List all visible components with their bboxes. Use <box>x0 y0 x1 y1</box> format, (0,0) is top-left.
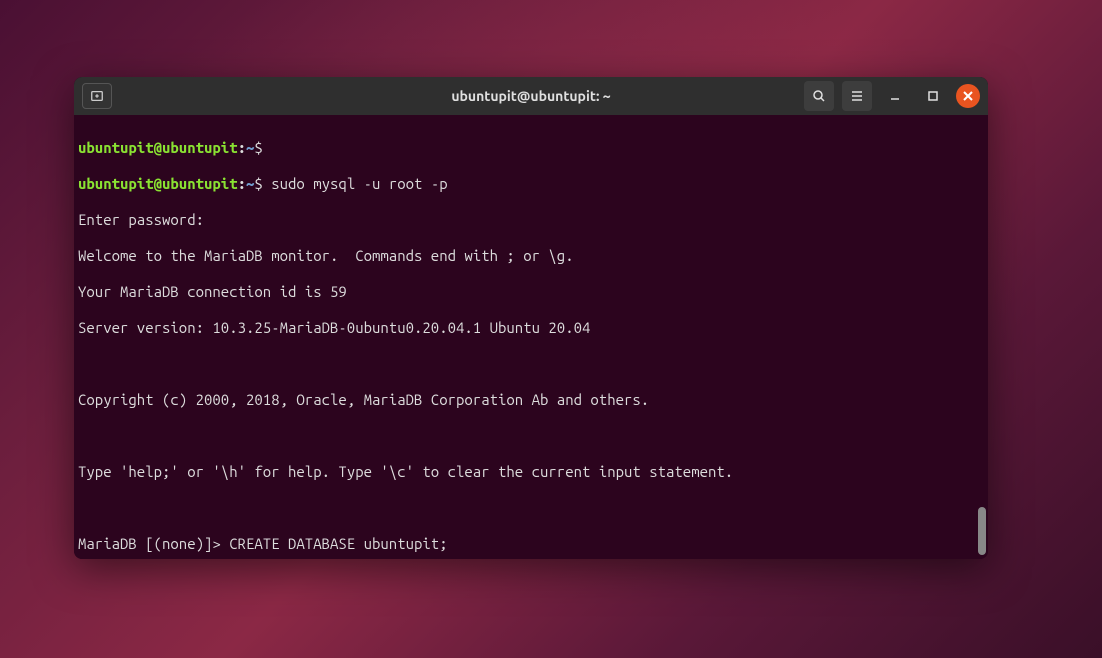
prompt-line: ubuntupit@ubuntupit:~$ sudo mysql -u roo… <box>78 175 984 193</box>
titlebar[interactable]: ubuntupit@ubuntupit: ~ <box>74 77 988 115</box>
close-button[interactable] <box>956 84 980 108</box>
mariadb-prompt: MariaDB [(none)]> <box>78 535 229 552</box>
output-line: Type 'help;' or '\h' for help. Type '\c'… <box>78 463 984 481</box>
search-icon <box>811 88 827 104</box>
prompt-user: ubuntupit@ubuntupit <box>78 139 238 156</box>
terminal-body[interactable]: ubuntupit@ubuntupit:~$ ubuntupit@ubuntup… <box>74 115 988 559</box>
output-line: Enter password: <box>78 211 984 229</box>
output-line: Welcome to the MariaDB monitor. Commands… <box>78 247 984 265</box>
new-tab-button[interactable] <box>82 83 112 109</box>
maximize-icon <box>927 90 939 102</box>
scrollbar-thumb[interactable] <box>978 507 986 555</box>
minimize-icon <box>889 90 901 102</box>
prompt-symbol: $ <box>254 139 262 156</box>
menu-button[interactable] <box>842 81 872 111</box>
search-button[interactable] <box>804 81 834 111</box>
output-line <box>78 355 984 373</box>
terminal-window: ubuntupit@ubuntupit: ~ ubuntupit@ubuntup… <box>74 77 988 559</box>
maximize-button[interactable] <box>918 81 948 111</box>
mariadb-line: MariaDB [(none)]> CREATE DATABASE ubuntu… <box>78 535 984 553</box>
new-tab-icon <box>90 89 104 103</box>
output-line: Server version: 10.3.25-MariaDB-0ubuntu0… <box>78 319 984 337</box>
output-line <box>78 499 984 517</box>
sql-create-db: CREATE DATABASE ubuntupit; <box>229 535 447 552</box>
prompt-line: ubuntupit@ubuntupit:~$ <box>78 139 984 157</box>
output-line: Copyright (c) 2000, 2018, Oracle, MariaD… <box>78 391 984 409</box>
minimize-button[interactable] <box>880 81 910 111</box>
hamburger-icon <box>849 88 865 104</box>
output-line: Your MariaDB connection id is 59 <box>78 283 984 301</box>
output-line <box>78 427 984 445</box>
close-icon <box>963 91 973 101</box>
cmd-mysql-login: sudo mysql -u root -p <box>271 175 447 192</box>
window-title: ubuntupit@ubuntupit: ~ <box>262 88 800 104</box>
